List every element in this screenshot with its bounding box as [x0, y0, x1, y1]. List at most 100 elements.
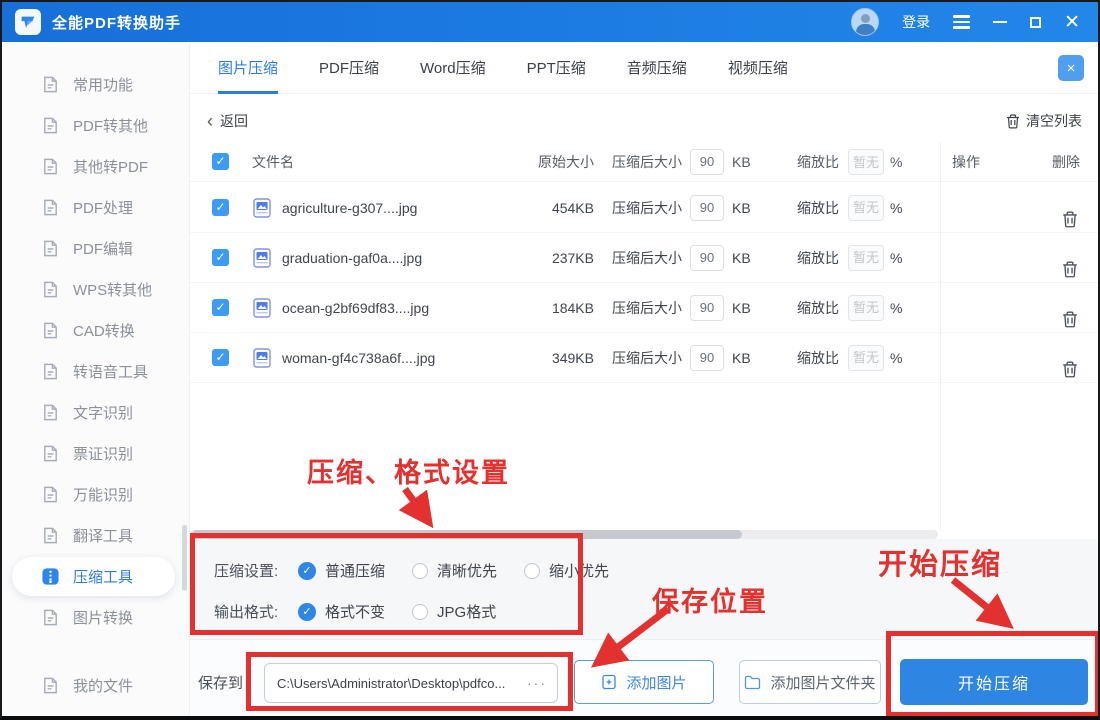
compressed-size-input[interactable]: 90 [690, 295, 724, 321]
output-format-label: 输出格式: [214, 601, 298, 622]
tab-video-compress[interactable]: 视频压缩 [728, 42, 788, 94]
ratio-unit: % [890, 183, 902, 233]
compress-option-2[interactable]: 清晰优先 [412, 560, 497, 581]
sidebar-item-text-recognition[interactable]: 文字识别 [2, 392, 189, 433]
select-all-checkbox[interactable]: ✓ [212, 153, 229, 170]
chevron-left-icon: ‹ [207, 114, 213, 128]
ratio-label: 缩放比 [797, 233, 839, 283]
compressed-size-label: 压缩后大小 [612, 283, 682, 333]
sidebar-item-wps-to-other[interactable]: WPS转其他 [2, 269, 189, 310]
list-toolbar: ‹ 返回 清空列表 [190, 102, 1098, 142]
row-delete-button[interactable] [1062, 348, 1078, 398]
settings-panel: 压缩设置: ✓ 普通压缩 清晰优先 缩小优先 输出格式: ✓ 格式不变 JPG格… [190, 539, 1098, 639]
sidebar-item-my-files[interactable]: 我的文件 [2, 665, 189, 706]
translate-icon [40, 526, 60, 546]
tab-word-compress[interactable]: Word压缩 [420, 42, 486, 94]
ratio-input[interactable]: 暂无 [848, 295, 884, 321]
horizontal-scrollbar-thumb[interactable] [192, 530, 742, 539]
browse-button[interactable]: ··· [527, 675, 547, 691]
row-checkbox[interactable]: ✓ [212, 349, 229, 366]
user-avatar[interactable] [851, 8, 879, 36]
image-file-icon [252, 298, 272, 318]
compress-icon [40, 567, 60, 587]
sidebar-item-pdf-process[interactable]: PDF处理 [2, 187, 189, 228]
main-panel: 图片压缩 PDF压缩 Word压缩 PPT压缩音频压缩视频压缩 × ‹ 返回 清空列表… [190, 42, 1098, 716]
add-image-button[interactable]: 添加图片 [574, 660, 714, 704]
compressed-size-label: 压缩后大小 [612, 183, 682, 233]
common-functions-icon [40, 75, 60, 95]
format-option-2[interactable]: JPG格式 [412, 601, 496, 622]
ratio-input[interactable]: 暂无 [848, 345, 884, 371]
other-to-pdf-icon [40, 157, 60, 177]
compress-option-1[interactable]: ✓ 普通压缩 [298, 560, 385, 581]
wps-to-other-icon [40, 280, 60, 300]
file-name: agriculture-g307....jpg [282, 183, 417, 233]
file-name: ocean-g2bf69df83....jpg [282, 283, 429, 333]
close-button[interactable]: ✕ [1064, 13, 1080, 32]
start-compress-button[interactable]: 开始压缩 [900, 659, 1088, 705]
tab-ppt-compress[interactable]: PPT压缩 [527, 42, 586, 94]
compress-option-3[interactable]: 缩小优先 [524, 560, 609, 581]
table-row: ✓ woman-gf4c738a6f....jpg 349KB 压缩后大小 90… [190, 333, 1098, 383]
clear-list-button[interactable]: 清空列表 [1006, 111, 1082, 131]
tab-audio-compress[interactable]: 音频压缩 [627, 42, 687, 94]
sidebar-item-compress-tools[interactable]: 压缩工具 [2, 556, 189, 597]
radio-icon [412, 604, 428, 620]
save-path-input[interactable]: C:\Users\Administrator\Desktop\pdfco... … [264, 663, 558, 703]
ticket-recognition-icon [40, 444, 60, 464]
cad-convert-icon [40, 321, 60, 341]
ratio-label: 缩放比 [797, 183, 839, 233]
sidebar-item-cad-convert[interactable]: CAD转换 [2, 310, 189, 351]
compressed-size-input[interactable]: 90 [690, 195, 724, 221]
compressed-size-input[interactable]: 90 [690, 345, 724, 371]
compressed-size-input[interactable]: 90 [690, 149, 724, 175]
file-list: ✓ agriculture-g307....jpg 454KB 压缩后大小 90… [190, 183, 1098, 383]
sidebar-item-universal-recognition[interactable]: 万能识别 [2, 474, 189, 515]
sidebar-item-common-functions[interactable]: 常用功能 [2, 64, 189, 105]
format-option-1[interactable]: ✓ 格式不变 [298, 601, 385, 622]
minimize-button[interactable] [993, 21, 1007, 23]
ratio-input[interactable]: 暂无 [848, 245, 884, 271]
title-bar: 全能PDF转换助手 登录 ✕ [2, 2, 1098, 42]
folder-icon [744, 675, 761, 690]
sidebar-scrollbar[interactable] [182, 525, 187, 591]
sidebar-item-pdf-to-other[interactable]: PDF转其他 [2, 105, 189, 146]
sidebar-item-pdf-edit[interactable]: PDF编辑 [2, 228, 189, 269]
panel-close-button[interactable]: × [1058, 55, 1084, 81]
tab-pdf-compress[interactable]: PDF压缩 [319, 42, 379, 94]
sidebar-item-to-speech-tools[interactable]: 转语音工具 [2, 351, 189, 392]
file-size: 237KB [490, 233, 594, 283]
file-name: graduation-gaf0a....jpg [282, 233, 422, 283]
back-button[interactable]: ‹ 返回 [207, 111, 248, 131]
ratio-unit: % [890, 233, 902, 283]
row-checkbox[interactable]: ✓ [212, 199, 229, 216]
radio-selected-icon: ✓ [298, 603, 316, 621]
row-checkbox[interactable]: ✓ [212, 299, 229, 316]
add-image-folder-button[interactable]: 添加图片文件夹 [739, 660, 881, 704]
image-file-icon [252, 348, 272, 368]
file-size: 349KB [490, 333, 594, 383]
footer-bar: 保存到 C:\Users\Administrator\Desktop\pdfco… [190, 639, 1098, 716]
sidebar-item-translate-tools[interactable]: 翻译工具 [2, 515, 189, 556]
row-checkbox[interactable]: ✓ [212, 249, 229, 266]
my-files-icon [40, 676, 60, 696]
table-header: ✓ 文件名 原始大小 压缩后大小 90 KB 缩放比 暂无 % 操作 删除 [190, 142, 1098, 182]
sidebar-item-other-to-pdf[interactable]: 其他转PDF [2, 146, 189, 187]
col-filename: 文件名 [252, 142, 294, 181]
login-link[interactable]: 登录 [902, 12, 930, 32]
sidebar-item-ticket-recognition[interactable]: 票证识别 [2, 433, 189, 474]
tab-image-compress[interactable]: 图片压缩 [218, 42, 278, 94]
menu-icon[interactable] [953, 15, 970, 29]
sidebar: 常用功能 PDF转其他 其他转PDF PDF处理 PDF编辑 WPS转其他 CA… [2, 42, 190, 716]
ratio-input[interactable]: 暂无 [848, 149, 884, 175]
compressed-size-input[interactable]: 90 [690, 245, 724, 271]
universal-recognition-icon [40, 485, 60, 505]
compressed-unit: KB [732, 333, 751, 383]
sidebar-item-image-convert[interactable]: 图片转换 [2, 597, 189, 638]
file-name: woman-gf4c738a6f....jpg [282, 333, 435, 383]
format-options: ✓ 格式不变 JPG格式 [298, 601, 496, 622]
maximize-button[interactable] [1030, 17, 1041, 28]
ratio-input[interactable]: 暂无 [848, 195, 884, 221]
trash-icon [1062, 311, 1078, 328]
tab-bar: 图片压缩 PDF压缩 Word压缩 PPT压缩音频压缩视频压缩 × [190, 42, 1098, 94]
